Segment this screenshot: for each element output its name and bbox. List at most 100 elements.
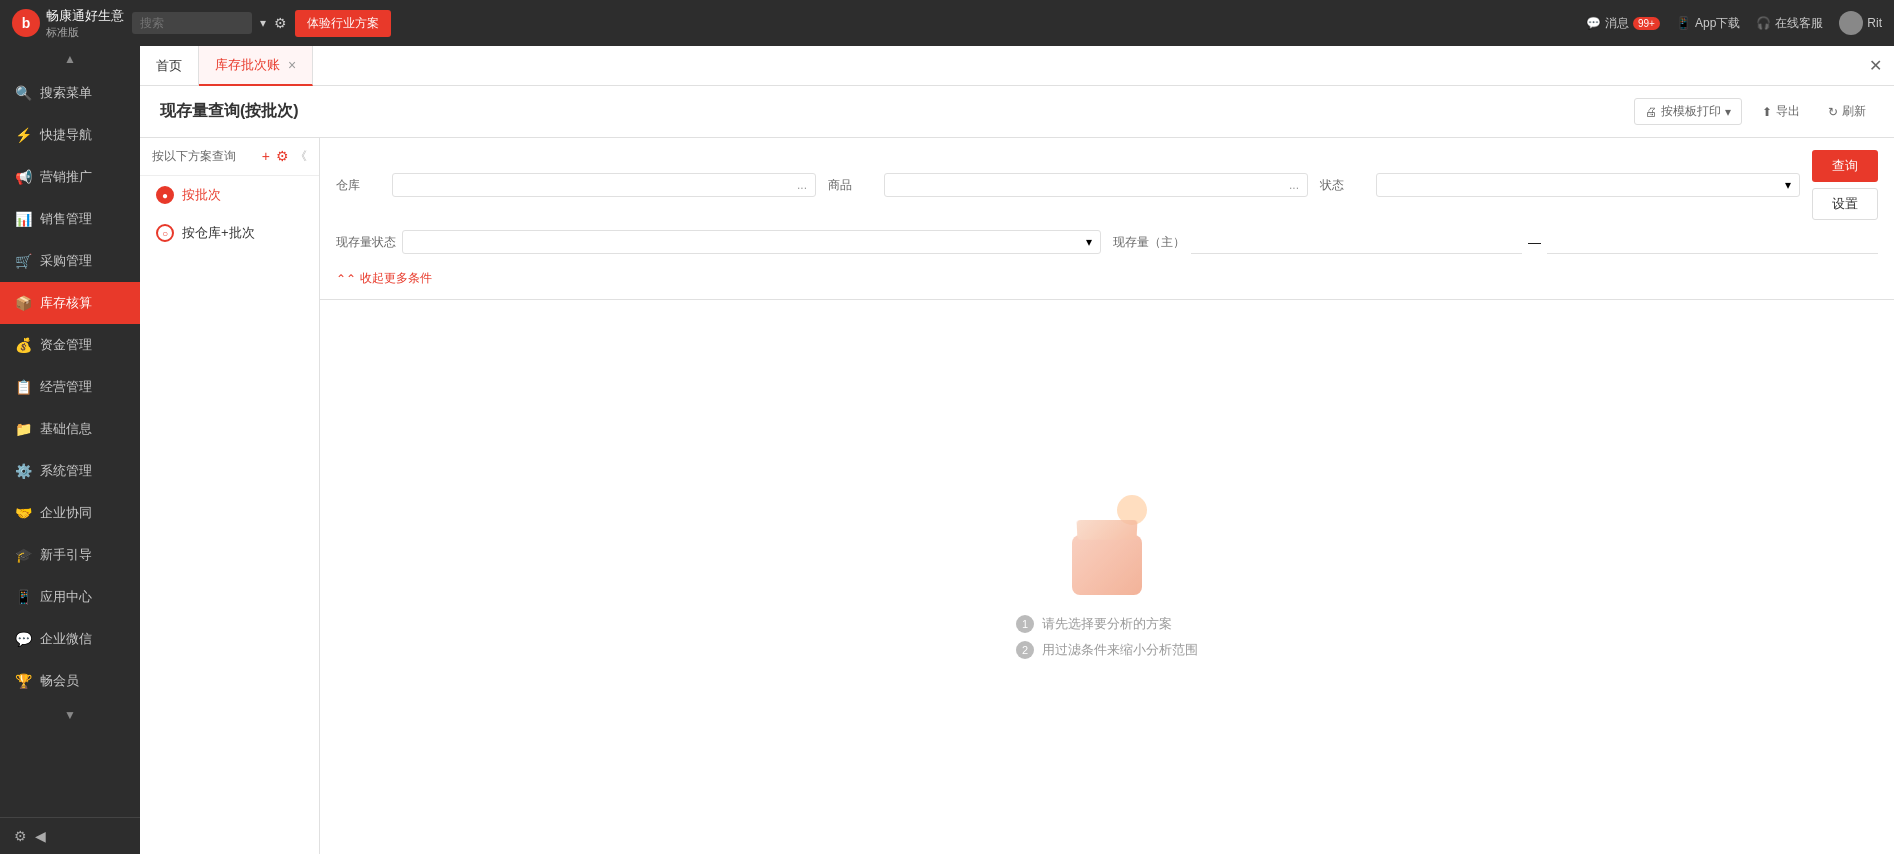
quantity-max-input[interactable]	[1547, 231, 1878, 254]
topbar-gear-icon[interactable]: ⚙	[274, 15, 287, 31]
scheme-collapse-icon[interactable]: 《	[295, 148, 307, 165]
tab-label: 库存批次账	[215, 56, 280, 74]
sidebar-item-system[interactable]: ⚙️ 系统管理	[0, 450, 140, 492]
inventory-icon: 📦	[14, 294, 32, 312]
user-name: Rit	[1867, 16, 1882, 30]
status-field: 状态 ▾	[1320, 173, 1800, 197]
sidebar-scroll-down[interactable]: ▼	[0, 702, 140, 728]
scroll-down-icon[interactable]: ▼	[62, 706, 78, 724]
inv-status-dropdown-icon: ▾	[1086, 235, 1092, 249]
export-btn[interactable]: ⬆ 导出	[1754, 99, 1808, 124]
content-area: 首页 库存批次账 × ✕ 现存量查询(按批次) 🖨 按模板打印 ▾ ⬆	[140, 46, 1894, 854]
filter-row-2: 现存量状态 ▾ 现存量（主） —	[336, 230, 1878, 254]
quantity-separator: —	[1528, 235, 1541, 250]
product-label: 商品	[828, 177, 878, 194]
settings-button[interactable]: 设置	[1812, 188, 1878, 220]
experience-btn[interactable]: 体验行业方案	[295, 10, 391, 37]
filter-row-1: 仓库 ... 商品 ...	[336, 150, 1878, 220]
sidebar-scroll-up[interactable]: ▲	[0, 46, 140, 72]
sidebar-item-basic[interactable]: 📁 基础信息	[0, 408, 140, 450]
empty-tip-2: 2 用过滤条件来缩小分析范围	[1016, 641, 1198, 659]
sidebar-item-sales[interactable]: 📊 销售管理	[0, 198, 140, 240]
wechat-icon: 💬	[14, 630, 32, 648]
product-field: 商品 ...	[828, 173, 1308, 197]
scheme-add-icon[interactable]: +	[262, 148, 270, 165]
appstore-icon: 📱	[14, 588, 32, 606]
warehouse-more-icon[interactable]: ...	[797, 178, 807, 192]
tip-text-2: 用过滤条件来缩小分析范围	[1042, 641, 1198, 659]
quantity-min-input[interactable]	[1191, 231, 1522, 254]
sidebar-item-member[interactable]: 🏆 畅会员	[0, 660, 140, 702]
scheme-actions: + ⚙ 《	[262, 148, 307, 165]
quantity-field: 现存量（主） —	[1113, 231, 1878, 254]
newbie-icon: 🎓	[14, 546, 32, 564]
message-badge: 99+	[1633, 17, 1660, 30]
tab-close-btn[interactable]: ×	[288, 58, 296, 72]
sidebar-item-quick-nav[interactable]: ⚡ 快捷导航	[0, 114, 140, 156]
refresh-btn[interactable]: ↻ 刷新	[1820, 99, 1874, 124]
tip-number-1: 1	[1016, 615, 1034, 633]
sidebar-item-finance[interactable]: 💰 资金管理	[0, 324, 140, 366]
refresh-icon: ↻	[1828, 105, 1838, 119]
export-label: 导出	[1776, 103, 1800, 120]
scheme-active-icon: ●	[156, 186, 174, 204]
sidebar-item-search[interactable]: 🔍 搜索菜单	[0, 72, 140, 114]
product-more-icon[interactable]: ...	[1289, 178, 1299, 192]
user-menu[interactable]: Rit	[1839, 11, 1882, 35]
tab-inventory-batch[interactable]: 库存批次账 ×	[199, 46, 313, 86]
app-download-btn[interactable]: 📱 App下载	[1676, 15, 1740, 32]
collapse-conditions-btn[interactable]: ⌃⌃ 收起更多条件	[336, 270, 1878, 287]
sidebar-item-purchase[interactable]: 🛒 采购管理	[0, 240, 140, 282]
sidebar-item-wechat[interactable]: 💬 企业微信	[0, 618, 140, 660]
print-btn[interactable]: 🖨 按模板打印 ▾	[1634, 98, 1742, 125]
inventory-status-label: 现存量状态	[336, 234, 396, 251]
sidebar-item-inventory[interactable]: 📦 库存核算	[0, 282, 140, 324]
scheme-item-by-batch[interactable]: ● 按批次	[140, 176, 319, 214]
search-input[interactable]	[132, 12, 252, 34]
sidebar-item-newbie[interactable]: 🎓 新手引导	[0, 534, 140, 576]
sidebar-item-label: 销售管理	[40, 210, 92, 228]
empty-box	[1072, 535, 1142, 595]
sidebar-item-label: 经营管理	[40, 378, 92, 396]
scroll-up-icon[interactable]: ▲	[62, 50, 78, 68]
scheme-inactive-icon: ○	[156, 224, 174, 242]
filter-area: 仓库 ... 商品 ...	[320, 138, 1894, 300]
search-dropdown-icon[interactable]: ▾	[260, 16, 266, 30]
sales-icon: 📊	[14, 210, 32, 228]
main-layout: ▲ 🔍 搜索菜单 ⚡ 快捷导航 📢 营销推广 📊 销售管理 🛒 采购管理 📦 库…	[0, 46, 1894, 854]
tab-home[interactable]: 首页	[140, 46, 199, 86]
system-icon: ⚙️	[14, 462, 32, 480]
scheme-item-by-warehouse-batch[interactable]: ○ 按仓库+批次	[140, 214, 319, 252]
sidebar-settings-icon[interactable]: ⚙	[14, 828, 27, 844]
print-dropdown-icon: ▾	[1725, 105, 1731, 119]
app-version: 标准版	[46, 25, 124, 40]
topbar: b 畅康通好生意 标准版 ▾ ⚙ 体验行业方案 💬 消息 99+ 📱 App下载…	[0, 0, 1894, 46]
empty-tips: 1 请先选择要分析的方案 2 用过滤条件来缩小分析范围	[1016, 615, 1198, 659]
empty-state: 1 请先选择要分析的方案 2 用过滤条件来缩小分析范围	[320, 300, 1894, 854]
sidebar-item-label: 系统管理	[40, 462, 92, 480]
sidebar-item-label: 采购管理	[40, 252, 92, 270]
status-select[interactable]: ▾	[1376, 173, 1800, 197]
warehouse-input[interactable]: ...	[392, 173, 816, 197]
sidebar-item-label: 基础信息	[40, 420, 92, 438]
sidebar-item-marketing[interactable]: 📢 营销推广	[0, 156, 140, 198]
operations-icon: 📋	[14, 378, 32, 396]
sidebar-item-operations[interactable]: 📋 经营管理	[0, 366, 140, 408]
sidebar-item-enterprise[interactable]: 🤝 企业协同	[0, 492, 140, 534]
page-title: 现存量查询(按批次)	[160, 101, 299, 122]
query-button[interactable]: 查询	[1812, 150, 1878, 182]
sidebar-item-appstore[interactable]: 📱 应用中心	[0, 576, 140, 618]
inventory-status-select[interactable]: ▾	[402, 230, 1101, 254]
sidebar-collapse-icon[interactable]: ◀	[35, 828, 46, 844]
message-btn[interactable]: 💬 消息 99+	[1586, 15, 1660, 32]
inventory-status-field: 现存量状态 ▾	[336, 230, 1101, 254]
product-input[interactable]: ...	[884, 173, 1308, 197]
message-label: 消息	[1605, 15, 1629, 32]
online-service-btn[interactable]: 🎧 在线客服	[1756, 15, 1823, 32]
scheme-panel: 按以下方案查询 + ⚙ 《 ● 按批次 ○ 按仓库+批次	[140, 138, 320, 854]
scheme-settings-icon[interactable]: ⚙	[276, 148, 289, 165]
tab-bar-close-icon[interactable]: ✕	[1865, 52, 1886, 79]
home-label: 首页	[156, 57, 182, 75]
avatar	[1839, 11, 1863, 35]
scheme-header-label: 按以下方案查询	[152, 148, 236, 165]
